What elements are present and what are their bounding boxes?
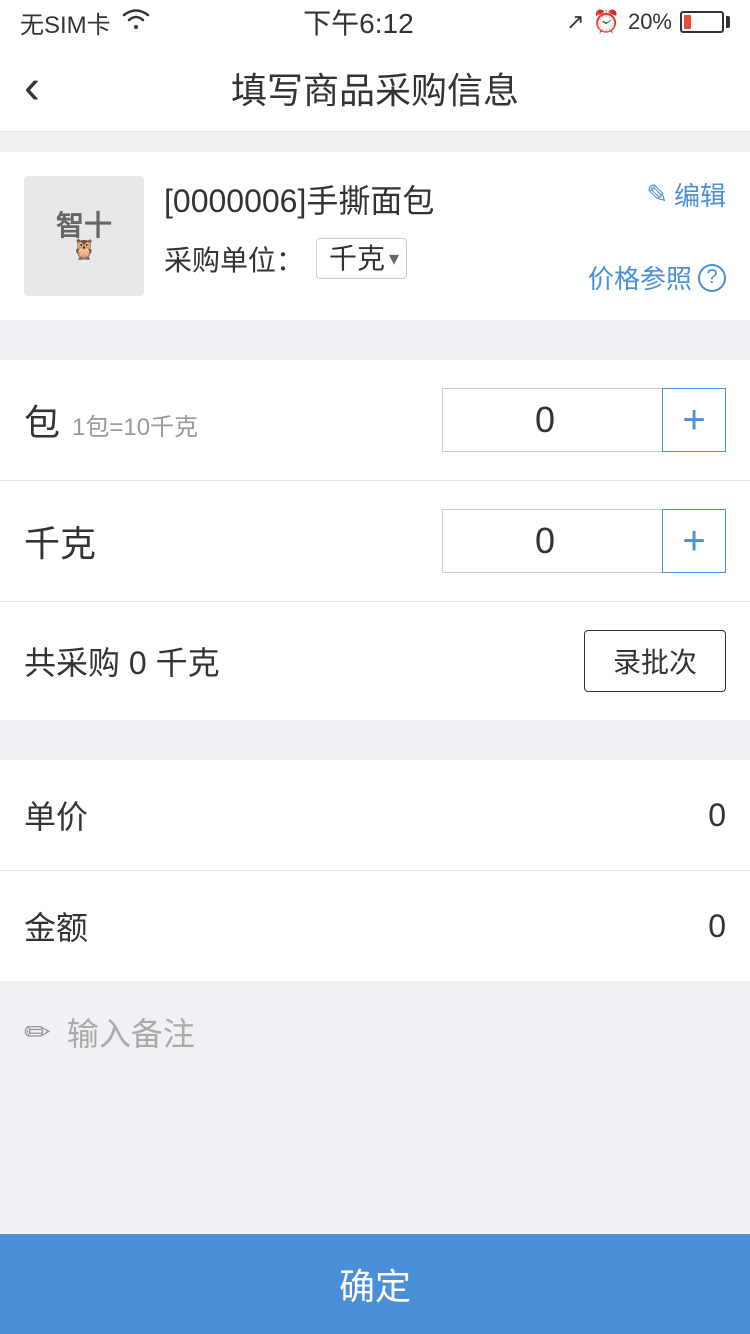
kg-label-group: 千克	[24, 515, 442, 567]
bao-label-group: 包 1包=10千克	[24, 394, 442, 446]
product-name: [0000006]手撕面包	[164, 176, 726, 222]
bao-plus-button[interactable]: +	[662, 388, 726, 452]
kg-row: 千克 +	[0, 481, 750, 602]
edit-label: 编辑	[674, 176, 726, 213]
amount-value: 0	[708, 908, 726, 945]
kg-input-group: +	[442, 509, 726, 573]
carrier-text: 无SIM卡	[20, 5, 111, 40]
unit-price-row: 单价 0	[0, 760, 750, 871]
location-icon: ↗	[566, 9, 584, 35]
unit-select-wrapper[interactable]: 千克 包	[316, 238, 407, 279]
alarm-icon: ⏰	[593, 9, 620, 35]
status-right: ↗ ⏰ 20%	[566, 9, 730, 35]
battery-icon	[680, 11, 730, 33]
bao-sub-label: 1包=10千克	[72, 407, 198, 442]
edit-button[interactable]: ✎ 编辑	[646, 176, 726, 213]
pencil-icon: ✏	[24, 1013, 51, 1051]
kg-plus-button[interactable]: +	[662, 509, 726, 573]
section-divider-2	[0, 720, 750, 740]
bao-label: 包	[24, 394, 60, 446]
price-ref-label: 价格参照	[588, 259, 692, 296]
remarks-section[interactable]: ✏ 输入备注	[0, 981, 750, 1083]
unit-price-value: 0	[708, 797, 726, 834]
product-card: 智十 🦉 [0000006]手撕面包 采购单位： 千克 包 ✎ 编辑 价格参照	[0, 152, 750, 320]
kg-plus-icon: +	[682, 519, 705, 564]
price-section: 单价 0 金额 0	[0, 760, 750, 981]
section-divider-1	[0, 320, 750, 340]
amount-row: 金额 0	[0, 871, 750, 981]
remarks-placeholder: 输入备注	[67, 1009, 195, 1055]
kg-label: 千克	[24, 515, 96, 567]
unit-price-label: 单价	[24, 792, 88, 838]
back-button[interactable]: ‹	[24, 60, 40, 115]
nav-bar: ‹ 填写商品采购信息	[0, 44, 750, 132]
confirm-button[interactable]: 确定	[0, 1234, 750, 1334]
logo-owl: 🦉	[56, 240, 112, 260]
summary-row: 共采购 0 千克 录批次	[0, 602, 750, 720]
summary-text: 共采购 0 千克	[24, 638, 220, 684]
help-icon: ?	[698, 264, 726, 292]
edit-icon: ✎	[646, 179, 668, 210]
status-time: 下午6:12	[303, 2, 414, 42]
unit-select[interactable]: 千克 包	[316, 238, 407, 279]
logo-text: 智十	[56, 212, 112, 240]
status-bar: 无SIM卡 下午6:12 ↗ ⏰ 20%	[0, 0, 750, 44]
unit-label: 采购单位：	[164, 239, 304, 279]
page-title: 填写商品采购信息	[231, 62, 519, 114]
price-ref-button[interactable]: 价格参照 ?	[588, 259, 726, 296]
confirm-label: 确定	[339, 1258, 411, 1310]
quantity-section: 包 1包=10千克 + 千克 + 共采购 0	[0, 360, 750, 720]
battery-percent: 20%	[628, 9, 672, 35]
bao-plus-icon: +	[682, 398, 705, 443]
main-content: 智十 🦉 [0000006]手撕面包 采购单位： 千克 包 ✎ 编辑 价格参照	[0, 152, 750, 1203]
bao-input-group: +	[442, 388, 726, 452]
status-left: 无SIM卡	[20, 5, 151, 40]
wifi-icon	[121, 8, 151, 37]
kg-input[interactable]	[442, 509, 662, 573]
bao-row: 包 1包=10千克 +	[0, 360, 750, 481]
amount-label: 金额	[24, 903, 88, 949]
back-icon: ‹	[24, 61, 40, 114]
bao-input[interactable]	[442, 388, 662, 452]
batch-button[interactable]: 录批次	[584, 630, 726, 692]
product-image: 智十 🦉	[24, 176, 144, 296]
